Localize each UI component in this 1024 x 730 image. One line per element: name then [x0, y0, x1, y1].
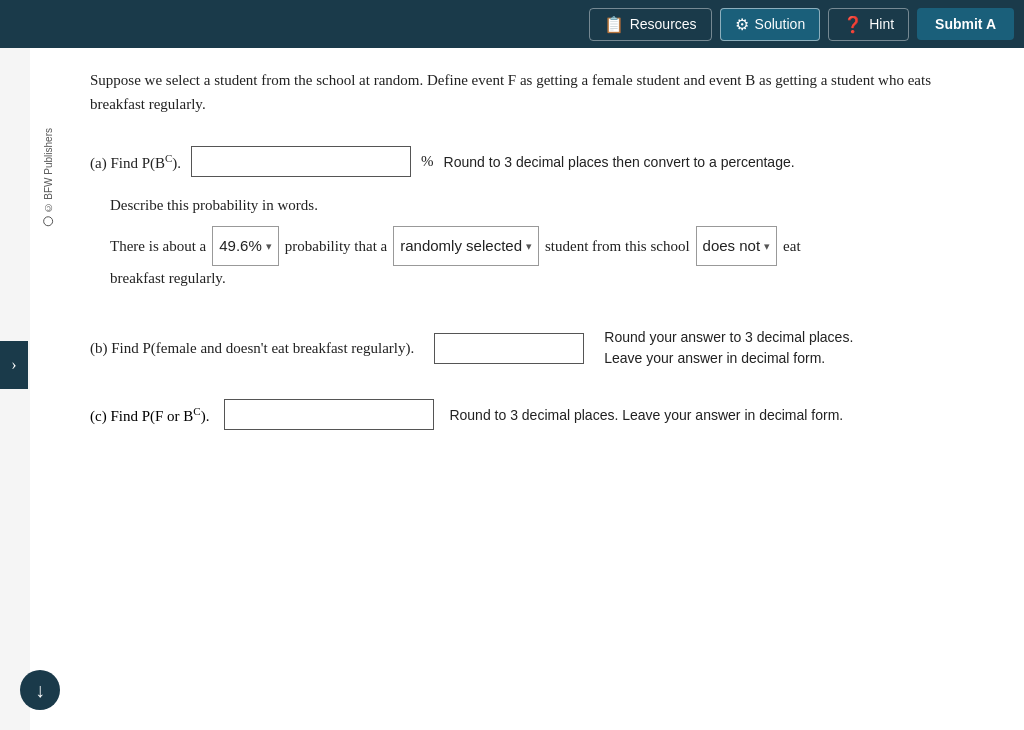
describe-section: Describe this probability in words. Ther…: [110, 197, 984, 287]
scroll-down-button[interactable]: ↓: [20, 670, 60, 710]
part-b-row: (b) Find P(female and doesn't eat breakf…: [90, 327, 984, 369]
main-content: © BFW Publishers Suppose we select a stu…: [30, 48, 1024, 730]
part-a-row: (a) Find P(BC). % Round to 3 decimal pla…: [90, 146, 984, 177]
part-a-note: Round to 3 decimal places then convert t…: [444, 154, 795, 170]
describe-text-row: There is about a 49.6% ▾ probability tha…: [110, 226, 984, 266]
part-c-input[interactable]: [224, 399, 434, 430]
does-not-value: does not: [703, 231, 761, 261]
resources-label: Resources: [630, 16, 697, 32]
describe-title: Describe this probability in words.: [110, 197, 984, 214]
part-b-note: Round your answer to 3 decimal places. L…: [604, 327, 853, 369]
describe-text-end: eat: [783, 231, 800, 261]
part-b-note-line2: Leave your answer in decimal form.: [604, 348, 853, 369]
resources-icon: 📋: [604, 15, 624, 34]
describe-text-mid: probability that a: [285, 231, 387, 261]
does-not-arrow: ▾: [764, 235, 770, 257]
part-c-label: (c) Find P(F or BC).: [90, 405, 209, 425]
part-b-input[interactable]: [434, 333, 584, 364]
describe-text-before: There is about a: [110, 231, 206, 261]
part-c: (c) Find P(F or BC). Round to 3 decimal …: [90, 399, 984, 430]
submit-label: Submit A: [935, 16, 996, 32]
hint-button[interactable]: ❓ Hint: [828, 8, 909, 41]
percent-sign: %: [421, 153, 434, 170]
hint-label: Hint: [869, 16, 894, 32]
part-a-input[interactable]: [191, 146, 411, 177]
percentage-dropdown-arrow: ▾: [266, 235, 272, 257]
solution-label: Solution: [755, 16, 806, 32]
part-b: (b) Find P(female and doesn't eat breakf…: [90, 327, 984, 369]
percentage-dropdown[interactable]: 49.6% ▾: [212, 226, 279, 266]
problem-intro: Suppose we select a student from the sch…: [90, 68, 984, 116]
sidebar-toggle[interactable]: ›: [0, 341, 28, 389]
part-b-label: (b) Find P(female and doesn't eat breakf…: [90, 340, 414, 357]
randomly-selected-dropdown[interactable]: randomly selected ▾: [393, 226, 539, 266]
solution-button[interactable]: ⚙ Solution: [720, 8, 821, 41]
describe-text-after: student from this school: [545, 231, 690, 261]
randomly-selected-arrow: ▾: [526, 235, 532, 257]
part-a-label: (a) Find P(BC).: [90, 152, 181, 172]
resources-button[interactable]: 📋 Resources: [589, 8, 712, 41]
chevron-right-icon: ›: [11, 356, 16, 374]
part-c-note: Round to 3 decimal places. Leave your an…: [449, 407, 843, 423]
scroll-down-icon: ↓: [35, 679, 45, 702]
part-a: (a) Find P(BC). % Round to 3 decimal pla…: [90, 146, 984, 287]
bfw-publishers-label: © BFW Publishers: [40, 128, 54, 226]
does-not-dropdown[interactable]: does not ▾: [696, 226, 778, 266]
percentage-value: 49.6%: [219, 231, 262, 261]
hint-icon: ❓: [843, 15, 863, 34]
submit-button[interactable]: Submit A: [917, 8, 1014, 40]
part-b-note-line1: Round your answer to 3 decimal places.: [604, 327, 853, 348]
top-navigation: 📋 Resources ⚙ Solution ❓ Hint Submit A: [0, 0, 1024, 48]
describe-text-line2: breakfast regularly.: [110, 270, 984, 287]
randomly-selected-value: randomly selected: [400, 231, 522, 261]
part-c-row: (c) Find P(F or BC). Round to 3 decimal …: [90, 399, 984, 430]
part-c-superscript: C: [193, 405, 200, 417]
copyright-icon: [43, 216, 53, 226]
solution-icon: ⚙: [735, 15, 749, 34]
